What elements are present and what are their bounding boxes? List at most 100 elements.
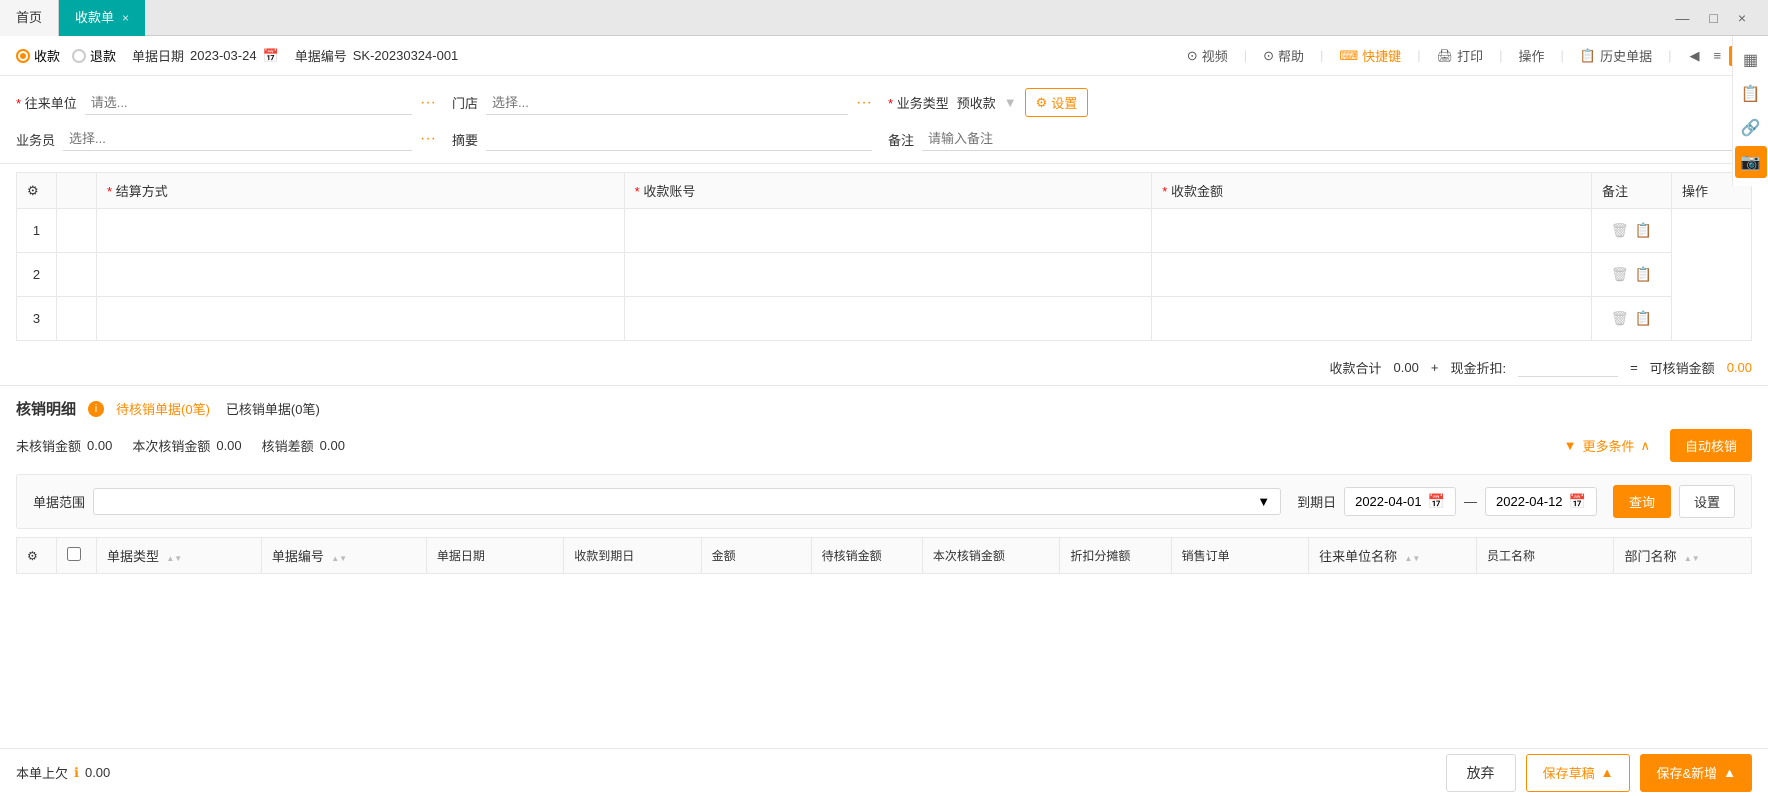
row-3-account[interactable] (97, 297, 625, 341)
row-2-account[interactable] (97, 253, 625, 297)
help-button[interactable]: ⊙ 帮助 (1259, 44, 1308, 67)
help-label: 帮助 (1278, 46, 1304, 65)
sidebar-camera-icon[interactable]: 📷 (1735, 146, 1767, 178)
writeoff-stats: 未核销金额 0.00 本次核销金额 0.00 核销差额 0.00 ▼ 更多条件 … (16, 429, 1752, 462)
row-2-settlement[interactable] (57, 253, 97, 297)
calendar-from-icon[interactable]: 📅 (1428, 493, 1445, 510)
account-header: * 收款账号 (624, 173, 1152, 209)
store-more-icon[interactable]: ··· (856, 94, 872, 112)
radio-collection[interactable]: 收款 (16, 46, 60, 65)
writeoff-info-icon[interactable]: i (88, 401, 104, 417)
completed-tab[interactable]: 已核销单据(0笔) (226, 399, 320, 418)
counterpart-input[interactable] (85, 91, 412, 115)
history-button[interactable]: 📋 历史单据 (1576, 44, 1656, 67)
bottom-bar: 本单上欠 ℹ 0.00 放弃 保存草稿 ▲ 保存&新增 ▲ (0, 748, 1768, 796)
row-2-copy-icon[interactable]: 📋 (1635, 266, 1652, 283)
business-type-group: * 业务类型 预收款 ▼ ⚙ 设置 (888, 88, 1752, 117)
row-2-delete-icon[interactable]: 🗑 (1611, 266, 1629, 283)
business-type-label: * 业务类型 (888, 93, 949, 112)
bottom-info-icon[interactable]: ℹ (74, 765, 79, 781)
counterpart-more-icon[interactable]: ··· (420, 94, 436, 112)
bill-no-value[interactable]: SK-20230324-001 (353, 48, 459, 63)
bill-date-value[interactable]: 2023-03-24 (190, 48, 257, 63)
verifiable-label: 可核销金额 (1650, 358, 1715, 377)
detail-amount-header: 金额 (701, 538, 811, 574)
print-icon: 🖨 (1437, 48, 1454, 64)
save-new-button[interactable]: 保存&新增 ▲ (1640, 754, 1752, 792)
query-button[interactable]: 查询 (1613, 485, 1671, 518)
row-1-copy-icon[interactable]: 📋 (1635, 222, 1652, 239)
row-1-remark[interactable] (1152, 209, 1592, 253)
staff-more-icon[interactable]: ··· (420, 130, 436, 148)
row-1-amount[interactable] (624, 209, 1152, 253)
row-3-num: 3 (17, 297, 57, 341)
row-3-remark[interactable] (1152, 297, 1592, 341)
sidebar-clipboard-icon[interactable]: 📋 (1735, 78, 1767, 110)
table-row: 3 🗑 📋 (17, 297, 1752, 341)
range-select[interactable]: ▼ (93, 488, 1281, 515)
bill-date-field: 单据日期 2023-03-24 📅 (132, 46, 279, 65)
row-2-actions: 🗑 📋 (1592, 253, 1672, 297)
store-input[interactable] (486, 91, 848, 115)
abandon-button[interactable]: 放弃 (1446, 754, 1516, 792)
view-prev-button[interactable]: ◀ (1684, 46, 1706, 66)
bill-date-label: 单据日期 (132, 46, 184, 65)
remark-header: 备注 (1592, 173, 1672, 209)
row-1-account[interactable] (97, 209, 625, 253)
writeoff-tabs: 待核销单据(0笔) 已核销单据(0笔) (116, 399, 320, 418)
sidebar-table-icon[interactable]: ▦ (1735, 44, 1767, 76)
row-3-settlement[interactable] (57, 297, 97, 341)
radio-refund[interactable]: 退款 (72, 46, 116, 65)
summary-input[interactable] (486, 127, 872, 151)
diff-value: 0.00 (320, 438, 345, 453)
view-list-button[interactable]: ≡ (1708, 46, 1728, 66)
window-min-button[interactable]: — (1669, 6, 1695, 30)
setting-button[interactable]: ⚙ 设置 (1025, 88, 1089, 117)
date-to-input[interactable]: 2022-04-12 📅 (1485, 487, 1597, 516)
row-2-remark[interactable] (1152, 253, 1592, 297)
window-close-button[interactable]: × (1732, 6, 1752, 30)
tab-collection[interactable]: 收款单 × (59, 0, 145, 36)
detail-gear-header[interactable]: ⚙ (17, 538, 57, 574)
settings-button[interactable]: 设置 (1679, 485, 1735, 518)
sidebar-link-icon[interactable]: 🔗 (1735, 112, 1767, 144)
pending-tab[interactable]: 待核销单据(0笔) (116, 399, 210, 418)
cash-discount-input[interactable] (1518, 357, 1618, 377)
range-label: 单据范围 (33, 492, 85, 511)
bottom-spacer (0, 586, 1768, 646)
shortcut-button[interactable]: ⌨ 快捷键 (1335, 44, 1405, 67)
calendar-to-icon[interactable]: 📅 (1569, 493, 1586, 510)
radio-collection-label: 收款 (34, 46, 60, 65)
remark-input[interactable] (922, 127, 1752, 151)
row-1-delete-icon[interactable]: 🗑 (1611, 222, 1629, 239)
tab-home[interactable]: 首页 (0, 0, 59, 36)
save-draft-button[interactable]: 保存草稿 ▲ (1526, 754, 1631, 792)
date-from-value: 2022-04-01 (1355, 494, 1422, 509)
row-3-amount[interactable] (624, 297, 1152, 341)
more-conditions-button[interactable]: ▼ 更多条件 ∧ (1564, 436, 1650, 455)
date-from-input[interactable]: 2022-04-01 📅 (1344, 487, 1456, 516)
operation-button[interactable]: 操作 (1515, 44, 1549, 67)
calendar-icon[interactable]: 📅 (263, 48, 279, 64)
summary-group: 摘要 (452, 127, 872, 151)
detail-checkbox-header[interactable] (57, 538, 97, 574)
auto-writeoff-button[interactable]: 自动核销 (1670, 429, 1752, 462)
staff-group: 业务员 ··· (16, 127, 436, 151)
row-3-delete-icon[interactable]: 🗑 (1611, 310, 1629, 327)
row-2-amount[interactable] (624, 253, 1152, 297)
tab-close-icon[interactable]: × (122, 0, 129, 36)
staff-input[interactable] (63, 127, 412, 151)
settlement-header: * 结算方式 (97, 173, 625, 209)
help-icon: ⊙ (1263, 48, 1274, 64)
form-toolbar: 收款 退款 单据日期 2023-03-24 📅 单据编号 SK-20230324… (0, 36, 1768, 76)
row-1-settlement[interactable] (57, 209, 97, 253)
bill-no-field: 单据编号 SK-20230324-001 (295, 46, 459, 65)
select-all-checkbox[interactable] (67, 547, 81, 561)
print-button[interactable]: 🖨 打印 (1433, 44, 1488, 67)
dropdown-icon[interactable]: ▼ (1004, 95, 1017, 110)
row-3-copy-icon[interactable]: 📋 (1635, 310, 1652, 327)
video-icon: ⊙ (1187, 48, 1198, 64)
video-button[interactable]: ⊙ 视频 (1183, 44, 1232, 67)
table-settings-header[interactable]: ⚙ (17, 173, 57, 209)
window-max-button[interactable]: □ (1703, 6, 1723, 30)
